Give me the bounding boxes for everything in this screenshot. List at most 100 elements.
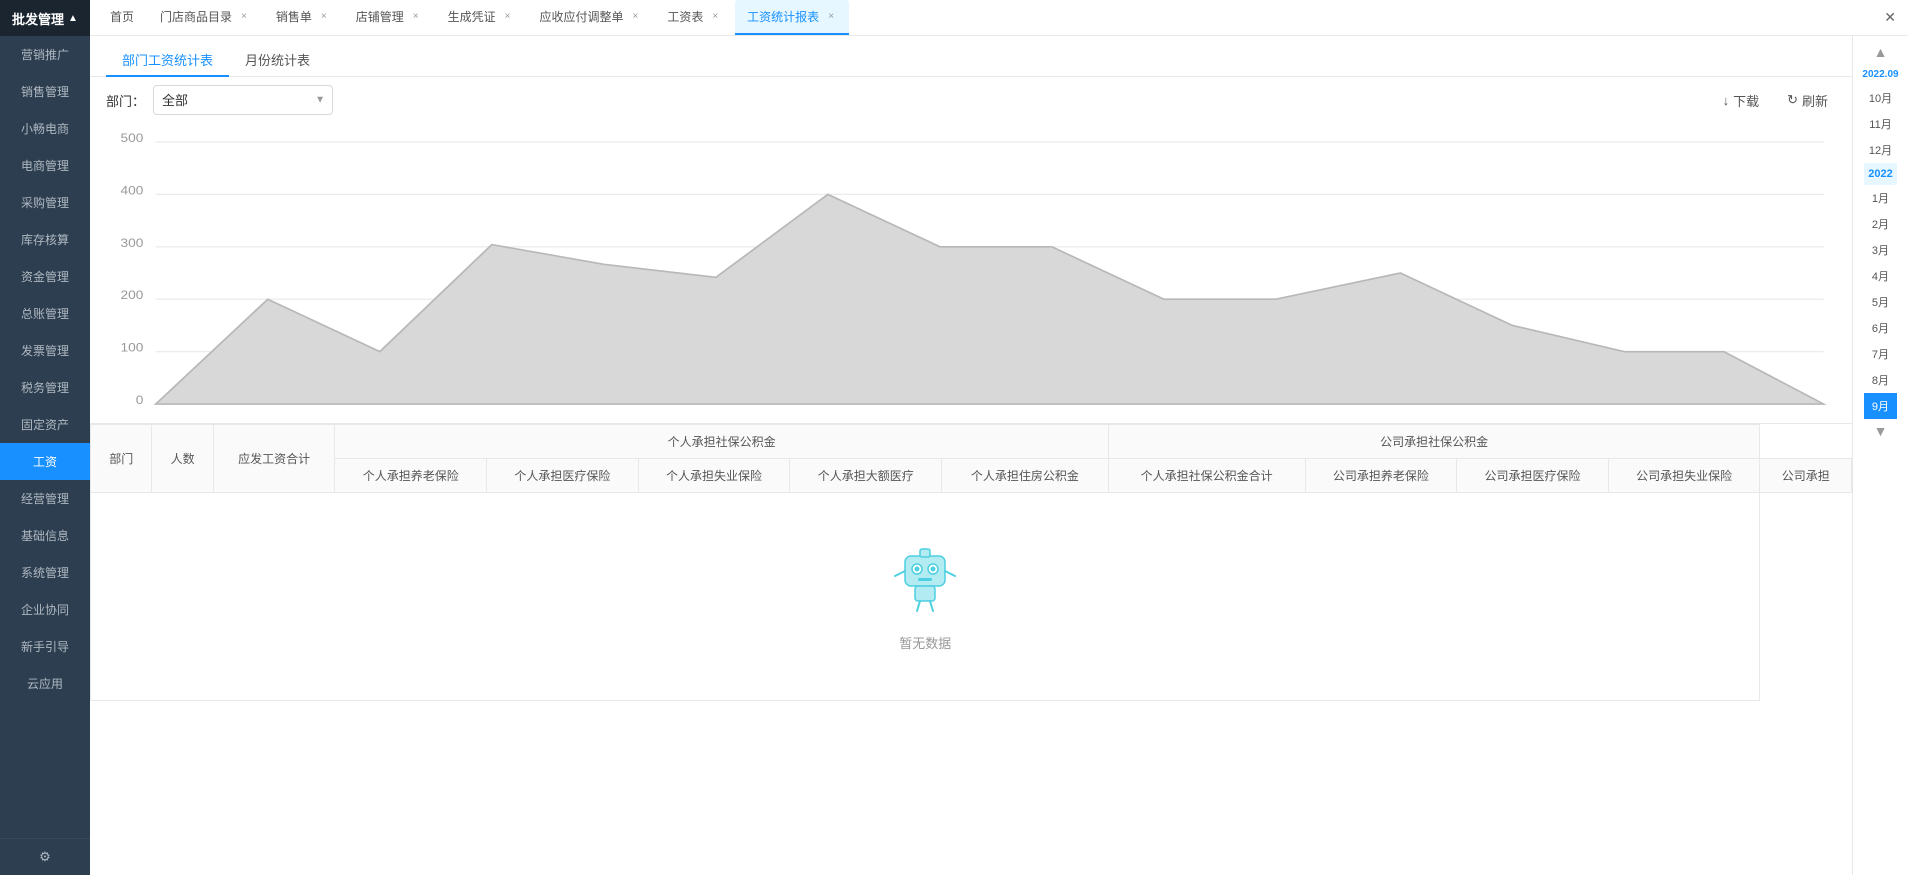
svg-text:500: 500	[121, 131, 144, 145]
dept-select-wrapper: 全部 ▼	[153, 85, 333, 115]
sidebar-item-tax[interactable]: 税务管理	[0, 369, 90, 406]
sidebar-item-inventory[interactable]: 库存核算	[0, 221, 90, 258]
empty-state: 暂无数据	[103, 501, 1747, 692]
tab-label-sales-order: 销售单	[276, 8, 312, 25]
tab-close-voucher[interactable]: ×	[502, 10, 514, 23]
sidebar-item-system[interactable]: 系统管理	[0, 554, 90, 591]
sidebar-item-invoice[interactable]: 发票管理	[0, 332, 90, 369]
sub-tab-bar: 部门工资统计表 月份统计表	[90, 36, 1852, 77]
month-item-2022-11[interactable]: 11月	[1864, 111, 1896, 137]
th-company-insurance-group: 公司承担社保公积金	[1108, 425, 1760, 459]
page-content: 部门工资统计表 月份统计表 部门： 全部 ▼ ↓	[90, 36, 1852, 875]
svg-text:100: 100	[121, 340, 144, 354]
sidebar-title: 批发管理	[12, 9, 64, 28]
th-headcount: 人数	[152, 425, 213, 493]
content-area: 部门工资统计表 月份统计表 部门： 全部 ▼ ↓	[90, 36, 1908, 875]
tab-label-store-catalog: 门店商品目录	[160, 8, 232, 25]
th-col-7: 公司承担医疗保险	[1457, 459, 1609, 493]
month-nav-down[interactable]: ▼	[1853, 419, 1908, 443]
chart-area: 0 100 200 300 400 500	[90, 123, 1852, 423]
month-item-year-2022[interactable]: 2022	[1864, 163, 1896, 185]
empty-text: 暂无数据	[899, 633, 951, 652]
month-item-2023-02[interactable]: 2月	[1864, 211, 1896, 237]
download-label: 下载	[1733, 91, 1759, 110]
sidebar-item-basic[interactable]: 基础信息	[0, 517, 90, 554]
th-dept: 部门	[91, 425, 152, 493]
month-item-2023-05[interactable]: 5月	[1864, 289, 1896, 315]
tab-close-ar-ap[interactable]: ×	[629, 10, 641, 23]
tab-payroll-report[interactable]: 工资统计报表 ×	[735, 0, 849, 35]
th-col-5: 个人承担社保公积金合计	[1108, 459, 1305, 493]
sidebar-item-ecommerce-small[interactable]: 小畅电商	[0, 110, 90, 147]
sidebar-item-sales[interactable]: 销售管理	[0, 73, 90, 110]
tab-store-catalog[interactable]: 门店商品目录 ×	[148, 0, 262, 35]
sidebar-item-ledger[interactable]: 总账管理	[0, 295, 90, 332]
month-item-2023-09[interactable]: 9月	[1864, 393, 1896, 419]
tab-close-payroll-report[interactable]: ×	[825, 10, 837, 23]
sidebar-item-cloud[interactable]: 云应用	[0, 665, 90, 702]
refresh-label: 刷新	[1802, 91, 1828, 110]
sidebar-item-purchase[interactable]: 采购管理	[0, 184, 90, 221]
tab-ar-ap[interactable]: 应收应付调整单×	[527, 0, 653, 35]
tab-label-payroll-report: 工资统计报表	[747, 8, 819, 25]
tab-close-sales-order[interactable]: ×	[318, 10, 330, 23]
tab-label-voucher: 生成凭证	[448, 8, 496, 25]
sidebar-arrow-icon: ▲	[68, 13, 78, 24]
month-year-display: 2022.09	[1853, 64, 1908, 85]
th-personal-insurance-group: 个人承担社保公积金	[335, 425, 1108, 459]
tab-close-shop-manage[interactable]: ×	[410, 10, 422, 23]
dept-select[interactable]: 全部	[153, 85, 333, 115]
sidebar-item-marketing[interactable]: 营销推广	[0, 36, 90, 73]
th-total-salary: 应发工资合计	[213, 425, 335, 493]
month-item-2022-10[interactable]: 10月	[1864, 85, 1896, 111]
month-item-2022-12[interactable]: 12月	[1864, 137, 1896, 163]
month-item-2023-08[interactable]: 8月	[1864, 367, 1896, 393]
tab-payroll[interactable]: 工资表 ×	[655, 0, 733, 35]
th-col-2: 个人承担失业保险	[638, 459, 790, 493]
dept-label: 部门：	[106, 91, 145, 110]
tab-voucher[interactable]: 生成凭证 ×	[436, 0, 526, 35]
sidebar-item-assets[interactable]: 固定资产	[0, 406, 90, 443]
th-col-8: 公司承担失业保险	[1608, 459, 1760, 493]
tab-sales-order[interactable]: 销售单 ×	[264, 0, 342, 35]
tab-bar: 首页门店商品目录×销售单×店铺管理×生成凭证×应收应付调整单×工资表×工资统计报…	[90, 0, 1908, 36]
settings-icon: ⚙	[39, 849, 51, 864]
empty-robot-icon	[885, 541, 965, 621]
refresh-button[interactable]: ↻ 刷新	[1779, 87, 1836, 114]
tab-dept-stats[interactable]: 部门工资统计表	[106, 44, 229, 77]
main-area: 首页门店商品目录×销售单×店铺管理×生成凭证×应收应付调整单×工资表×工资统计报…	[90, 0, 1908, 875]
toolbar-left: 部门： 全部 ▼	[106, 85, 333, 115]
tab-month-stats[interactable]: 月份统计表	[229, 44, 326, 77]
month-nav-up[interactable]: ▲	[1853, 40, 1908, 64]
tab-close-store-catalog[interactable]: ×	[238, 10, 250, 23]
sidebar-item-finance[interactable]: 资金管理	[0, 258, 90, 295]
sidebar-item-salary[interactable]: 工资	[0, 443, 90, 480]
close-all-icon[interactable]: ✕	[1880, 7, 1900, 28]
table-container[interactable]: 部门 人数 应发工资合计 个人承担社保公积金 公司承担社保公积金 个人承担养老保…	[90, 423, 1852, 875]
sidebar-item-enterprise[interactable]: 企业协同	[0, 591, 90, 628]
sidebar-item-operations[interactable]: 经营管理	[0, 480, 90, 517]
refresh-icon: ↻	[1787, 92, 1798, 108]
tab-home[interactable]: 首页	[98, 0, 146, 35]
sidebar-settings[interactable]: ⚙	[0, 838, 90, 875]
sidebar-item-guide[interactable]: 新手引导	[0, 628, 90, 665]
month-item-2023-06[interactable]: 6月	[1864, 315, 1896, 341]
svg-text:200: 200	[121, 288, 144, 302]
th-col-1: 个人承担医疗保险	[487, 459, 639, 493]
download-icon: ↓	[1723, 93, 1730, 108]
chart-svg: 0 100 200 300 400 500	[106, 131, 1836, 415]
sidebar-item-ecommerce[interactable]: 电商管理	[0, 147, 90, 184]
month-item-2023-01[interactable]: 1月	[1864, 185, 1896, 211]
download-button[interactable]: ↓ 下载	[1715, 87, 1768, 114]
tab-close-payroll[interactable]: ×	[709, 10, 721, 23]
svg-text:300: 300	[121, 236, 144, 250]
sidebar: 批发管理 ▲ 营销推广销售管理小畅电商电商管理采购管理库存核算资金管理总账管理发…	[0, 0, 90, 875]
month-item-2023-04[interactable]: 4月	[1864, 263, 1896, 289]
th-col-0: 个人承担养老保险	[335, 459, 487, 493]
tab-label-payroll: 工资表	[667, 8, 703, 25]
table-empty-cell: 暂无数据	[91, 493, 1760, 701]
svg-text:0: 0	[136, 393, 144, 407]
tab-shop-manage[interactable]: 店铺管理×	[344, 0, 434, 35]
month-item-2023-07[interactable]: 7月	[1864, 341, 1896, 367]
month-item-2023-03[interactable]: 3月	[1864, 237, 1896, 263]
